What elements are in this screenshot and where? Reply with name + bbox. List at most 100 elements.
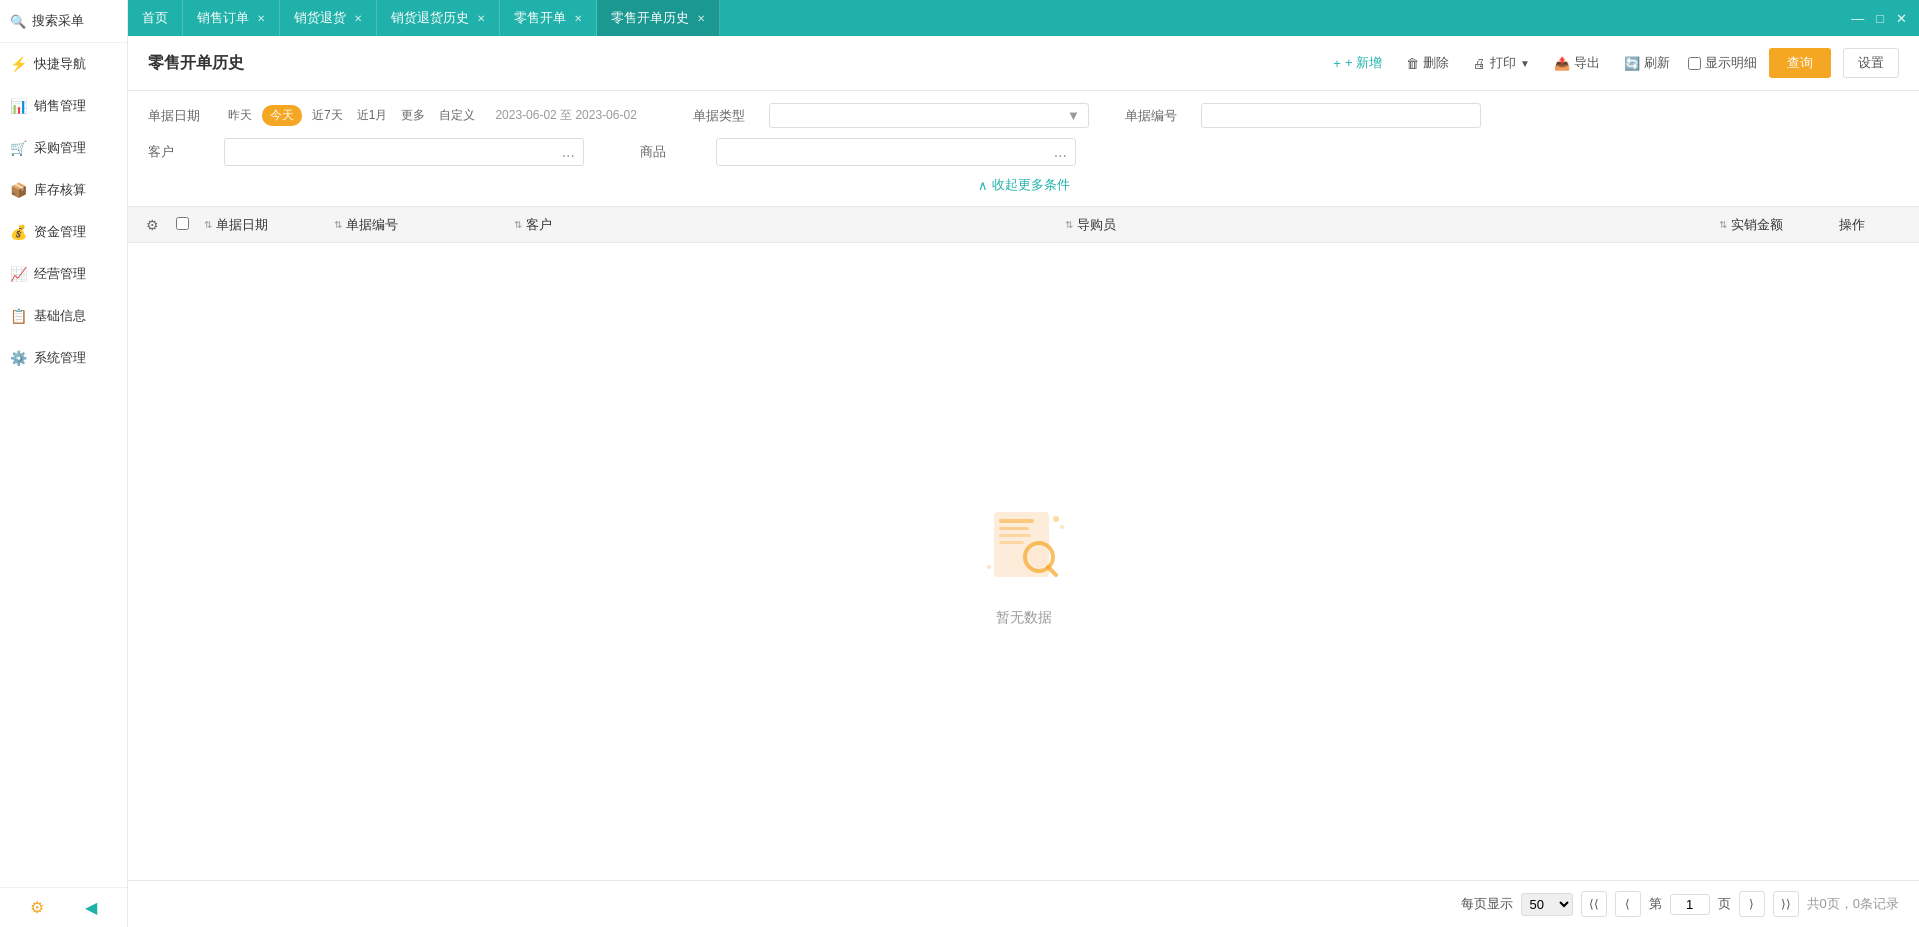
purchase-mgmt-icon: 🛒: [10, 140, 26, 156]
sidebar-search[interactable]: 🔍 搜索采单: [0, 0, 127, 43]
sales-mgmt-icon: 📊: [10, 98, 26, 114]
table-settings-icon[interactable]: ⚙: [136, 217, 168, 233]
sidebar-collapse-btn[interactable]: ◀: [85, 898, 97, 917]
tab-retail-open-close[interactable]: ✕: [574, 13, 582, 24]
th-date[interactable]: ⇅ 单据日期: [196, 216, 326, 234]
svg-point-8: [1053, 516, 1059, 522]
settings-button[interactable]: 设置: [1843, 48, 1899, 78]
nav-maximize[interactable]: □: [1876, 11, 1884, 26]
pagination: 每页显示 50 10 20 100 ⟨⟨ ⟨ 第 页 ⟩ ⟩⟩ 共0页，0条记录: [128, 880, 1919, 927]
tab-retail-history[interactable]: 零售开单历史 ✕: [597, 0, 720, 36]
tab-sales-return-history-close[interactable]: ✕: [477, 13, 485, 24]
finance-icon: 💰: [10, 224, 26, 240]
sidebar-item-sales-mgmt[interactable]: 📊 销售管理: [0, 85, 127, 127]
tab-retail-open[interactable]: 零售开单 ✕: [500, 0, 597, 36]
th-customer-label: 客户: [526, 216, 552, 234]
sidebar-item-label: 经营管理: [34, 265, 86, 283]
th-docno-label: 单据编号: [346, 216, 398, 234]
nav-close[interactable]: ✕: [1896, 11, 1907, 26]
th-docno[interactable]: ⇅ 单据编号: [326, 216, 506, 234]
date-today[interactable]: 今天: [262, 105, 302, 126]
page-next-btn[interactable]: ⟩: [1739, 891, 1765, 917]
toolbar: + + 新增 🗑 删除 🖨 打印 ▼ 📤 导出 🔄 刷新: [1327, 48, 1899, 78]
svg-point-9: [1060, 525, 1064, 529]
tab-sales-order[interactable]: 销售订单 ✕: [183, 0, 280, 36]
page-title: 零售开单历史: [148, 53, 244, 74]
export-button[interactable]: 📤 导出: [1548, 50, 1606, 76]
sidebar-item-operations[interactable]: 📈 经营管理: [0, 253, 127, 295]
sidebar: 🔍 搜索采单 ⚡ 快捷导航 📊 销售管理 🛒 采购管理 📦 库存核算 💰 资金管…: [0, 0, 128, 927]
per-page-select[interactable]: 50 10 20 100: [1521, 893, 1573, 916]
page-total: 共0页，0条记录: [1807, 895, 1899, 913]
show-detail-input[interactable]: [1688, 57, 1701, 70]
nav-minimize[interactable]: —: [1851, 11, 1864, 26]
sidebar-settings-btn[interactable]: ⚙: [30, 898, 44, 917]
tab-home-label: 首页: [142, 9, 168, 27]
date-custom[interactable]: 自定义: [435, 105, 479, 126]
nav-right: — □ ✕: [1851, 11, 1919, 26]
delete-button[interactable]: 🗑 删除: [1400, 50, 1455, 76]
doc-type-select[interactable]: ▼: [769, 103, 1089, 128]
tab-sales-return-close[interactable]: ✕: [354, 13, 362, 24]
search-icon: 🔍: [10, 14, 26, 29]
svg-rect-3: [999, 534, 1031, 537]
empty-illustration: [974, 497, 1074, 597]
date-yesterday[interactable]: 昨天: [224, 105, 256, 126]
th-customer[interactable]: ⇅ 客户: [506, 216, 1057, 234]
table-area: ⚙ ⇅ 单据日期 ⇅ 单据编号 ⇅ 客户 ⇅ 导购员 ⇅: [128, 207, 1919, 880]
customer-input[interactable]: ...: [224, 138, 584, 166]
sort-icon: ⇅: [1065, 219, 1073, 230]
refresh-icon: 🔄: [1624, 56, 1640, 71]
add-label: + 新增: [1345, 54, 1382, 72]
refresh-button[interactable]: 🔄 刷新: [1618, 50, 1676, 76]
delete-label: 删除: [1423, 54, 1449, 72]
page-label-post: 页: [1718, 895, 1731, 913]
collapse-label: 收起更多条件: [992, 176, 1070, 194]
svg-rect-1: [999, 519, 1034, 523]
tab-sales-order-close[interactable]: ✕: [257, 13, 265, 24]
sidebar-item-basic-info[interactable]: 📋 基础信息: [0, 295, 127, 337]
collapse-button[interactable]: ∧ 收起更多条件: [148, 176, 1899, 194]
sidebar-item-purchase-mgmt[interactable]: 🛒 采购管理: [0, 127, 127, 169]
sidebar-item-inventory[interactable]: 📦 库存核算: [0, 169, 127, 211]
doc-no-input[interactable]: [1201, 103, 1481, 128]
date-more[interactable]: 更多: [397, 105, 429, 126]
sort-icon: ⇅: [334, 219, 342, 230]
sort-icon: ⇅: [1719, 219, 1727, 230]
export-label: 导出: [1574, 54, 1600, 72]
top-nav: 首页 销售订单 ✕ 销货退货 ✕ 销货退货历史 ✕ 零售开单 ✕ 零售开单历史 …: [128, 0, 1919, 36]
page-label-pre: 第: [1649, 895, 1662, 913]
svg-point-6: [1029, 547, 1049, 567]
page-last-btn[interactable]: ⟩⟩: [1773, 891, 1799, 917]
tab-home[interactable]: 首页: [128, 0, 183, 36]
date-7days[interactable]: 近7天: [308, 105, 347, 126]
th-guide[interactable]: ⇅ 导购员: [1057, 216, 1177, 234]
tab-sales-return-label: 销货退货: [294, 9, 346, 27]
th-date-label: 单据日期: [216, 216, 268, 234]
sidebar-item-system-mgmt[interactable]: ⚙️ 系统管理: [0, 337, 127, 379]
select-all-checkbox[interactable]: [176, 217, 189, 230]
query-button[interactable]: 查询: [1769, 48, 1831, 78]
table-select-all[interactable]: [168, 217, 196, 233]
print-dropdown-icon: ▼: [1520, 58, 1530, 69]
th-amount[interactable]: ⇅ 实销金额: [1711, 216, 1831, 234]
print-button[interactable]: 🖨 打印 ▼: [1467, 50, 1536, 76]
th-op: 操作: [1831, 216, 1911, 234]
page-number-input[interactable]: [1670, 894, 1710, 915]
basic-info-icon: 📋: [10, 308, 26, 324]
tab-sales-return-history[interactable]: 销货退货历史 ✕: [377, 0, 500, 36]
empty-area: 暂无数据: [128, 243, 1919, 880]
date-1month[interactable]: 近1月: [353, 105, 392, 126]
goods-input[interactable]: ...: [716, 138, 1076, 166]
empty-text: 暂无数据: [996, 609, 1052, 627]
tab-sales-return[interactable]: 销货退货 ✕: [280, 0, 377, 36]
tab-retail-history-close[interactable]: ✕: [697, 13, 705, 24]
date-shortcuts: 昨天 今天 近7天 近1月 更多 自定义: [224, 105, 479, 126]
sidebar-item-quick-nav[interactable]: ⚡ 快捷导航: [0, 43, 127, 85]
show-detail-checkbox[interactable]: 显示明细: [1688, 54, 1757, 72]
page-header: 零售开单历史 + + 新增 🗑 删除 🖨 打印 ▼ 📤 导出 🔄 刷新: [128, 36, 1919, 91]
page-first-btn[interactable]: ⟨⟨: [1581, 891, 1607, 917]
add-button[interactable]: + + 新增: [1327, 50, 1388, 76]
sidebar-item-finance[interactable]: 💰 资金管理: [0, 211, 127, 253]
page-prev-btn[interactable]: ⟨: [1615, 891, 1641, 917]
